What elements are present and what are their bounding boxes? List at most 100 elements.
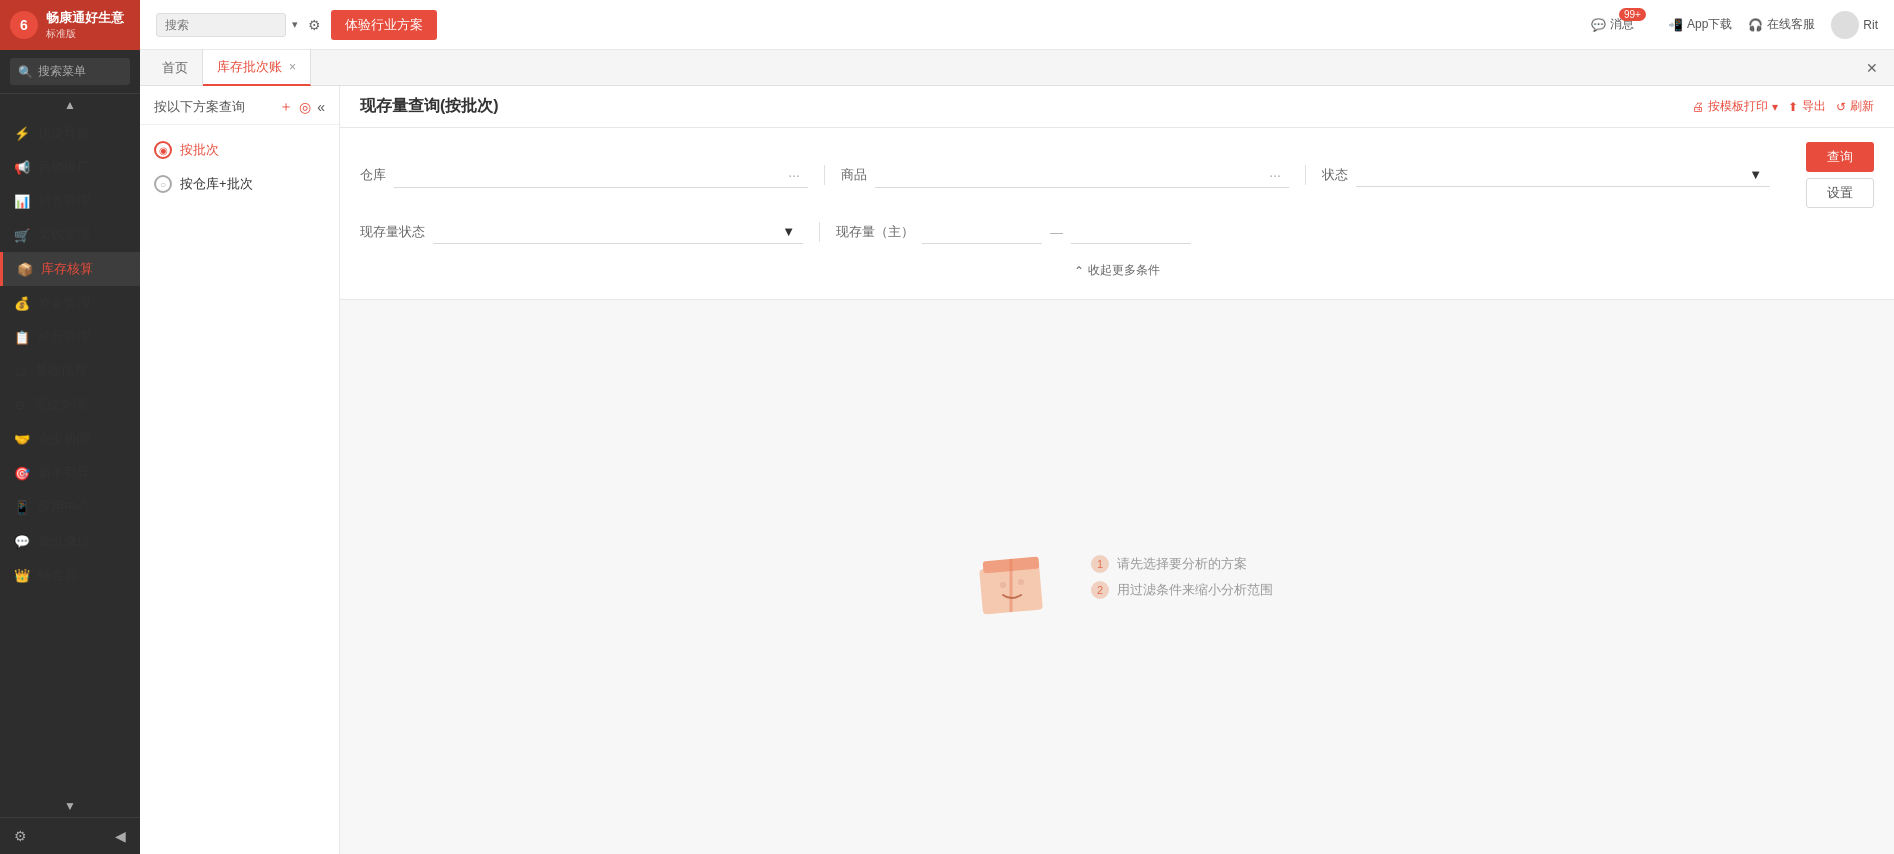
topbar: ▾ ⚙ 体验行业方案 💬 消息 99+ 📲 App下载 🎧 在线客服 Rit [140, 0, 1894, 50]
tab-close-icon[interactable]: × [289, 60, 296, 74]
stock-qty-max-input[interactable] [1071, 220, 1191, 244]
scroll-down-btn[interactable]: ▼ [0, 795, 140, 817]
app-version: 标准版 [46, 27, 124, 40]
filter-row-2: 现存量状态 ▼ 现存量（主） — [360, 220, 1874, 244]
sidebar: 6 畅康通好生意 标准版 🔍 搜索菜单 ▲ ⚡ 快捷导航 📢 营销推广 📊 销售… [0, 0, 140, 854]
marketing-icon: 📢 [14, 160, 30, 175]
tip-text-2: 用过滤条件来缩小分析范围 [1117, 581, 1273, 599]
username: Rit [1863, 18, 1878, 32]
collapse-panel-icon[interactable]: « [317, 99, 325, 115]
tab-bar-close-icon[interactable]: ✕ [1858, 56, 1886, 80]
finance-icon: 💰 [14, 296, 30, 311]
scheme-active-icon: ◉ [154, 141, 172, 159]
sidebar-item-operation[interactable]: 📋 经营管理 [0, 320, 140, 354]
sidebar-item-finance[interactable]: 💰 资金管理 [0, 286, 140, 320]
app-center-icon: 📱 [14, 500, 30, 515]
sidebar-item-sales[interactable]: 📊 销售管理 [0, 184, 140, 218]
scheme-settings-icon[interactable]: ◎ [299, 99, 311, 115]
printer-icon: 🖨 [1692, 100, 1704, 114]
message-action[interactable]: 💬 消息 99+ [1591, 16, 1634, 33]
scheme-item-by-warehouse-batch[interactable]: ○ 按仓库+批次 [140, 167, 339, 201]
headset-icon: 🎧 [1748, 18, 1763, 32]
tip-text-1: 请先选择要分析的方案 [1117, 555, 1247, 573]
user-avatar [1831, 11, 1859, 39]
main-area: ▾ ⚙ 体验行业方案 💬 消息 99+ 📲 App下载 🎧 在线客服 Rit [140, 0, 1894, 854]
refresh-btn[interactable]: ↺ 刷新 [1836, 98, 1874, 115]
filter-divider-1 [824, 165, 825, 185]
sidebar-item-marketing[interactable]: 📢 营销推广 [0, 150, 140, 184]
inventory-icon: 📦 [17, 262, 33, 277]
content-area: 按以下方案查询 ＋ ◎ « ◉ 按批次 ○ 按仓库+批次 [140, 86, 1894, 854]
empty-tip-1: 1 请先选择要分析的方案 [1091, 555, 1273, 573]
left-panel-header: 按以下方案查询 ＋ ◎ « [140, 86, 339, 125]
sidebar-item-enterprise-wechat[interactable]: 💬 企业微信 [0, 524, 140, 558]
member-icon: 👑 [14, 568, 30, 583]
purchase-icon: 🛒 [14, 228, 30, 243]
print-template-btn[interactable]: 🖨 按模板打印 ▾ [1692, 98, 1778, 115]
stock-status-arrow-icon: ▼ [782, 224, 795, 239]
topbar-search-area: ▾ [156, 13, 298, 37]
tab-home[interactable]: 首页 [148, 50, 203, 86]
sidebar-item-system[interactable]: ⚙ 系统管理 [0, 388, 140, 422]
stock-status-select[interactable]: ▼ [433, 220, 803, 244]
topbar-settings-icon[interactable]: ⚙ [308, 17, 321, 33]
sidebar-search-button[interactable]: 🔍 搜索菜单 [10, 58, 130, 85]
page-header-actions: 🖨 按模板打印 ▾ ⬆ 导出 ↺ 刷新 [1692, 98, 1874, 115]
sidebar-item-member[interactable]: 👑 畅会员 [0, 558, 140, 592]
print-dropdown-icon[interactable]: ▾ [1772, 100, 1778, 114]
status-filter: 状态 ▼ [1322, 163, 1770, 187]
sidebar-item-basic[interactable]: 🗂 基础信息 [0, 354, 140, 388]
product-label: 商品 [841, 166, 867, 184]
collapse-more-btn[interactable]: ⌃ 收起更多条件 [360, 256, 1874, 285]
basic-icon: 🗂 [14, 364, 27, 379]
search-icon: 🔍 [18, 65, 33, 79]
user-profile[interactable]: Rit [1831, 11, 1878, 39]
filter-area: 仓库 ··· 商品 ··· [340, 128, 1894, 300]
add-scheme-icon[interactable]: ＋ [279, 98, 293, 116]
svg-point-3 [1000, 582, 1006, 588]
stock-status-label: 现存量状态 [360, 223, 425, 241]
sidebar-nav: ⚡ 快捷导航 📢 营销推广 📊 销售管理 🛒 采购管理 📦 库存核算 💰 资金管… [0, 116, 140, 795]
product-dots-icon[interactable]: ··· [1269, 167, 1281, 183]
filter-divider-3 [819, 222, 820, 242]
query-button[interactable]: 查询 [1806, 142, 1874, 172]
warehouse-filter: 仓库 ··· [360, 163, 808, 188]
enterprise-icon: 🤝 [14, 432, 30, 447]
export-btn[interactable]: ⬆ 导出 [1788, 98, 1826, 115]
page-header: 现存量查询(按批次) 🖨 按模板打印 ▾ ⬆ 导出 ↺ 刷新 [340, 86, 1894, 128]
message-icon: 💬 [1591, 18, 1606, 32]
stock-qty-filter: 现存量（主） — [836, 220, 1279, 244]
sidebar-footer: ⚙ ◀ [0, 817, 140, 854]
sidebar-item-app-center[interactable]: 📱 应用中心 [0, 490, 140, 524]
scheme-list: ◉ 按批次 ○ 按仓库+批次 [140, 125, 339, 209]
right-panel: 现存量查询(按批次) 🖨 按模板打印 ▾ ⬆ 导出 ↺ 刷新 [340, 86, 1894, 854]
search-dropdown-icon[interactable]: ▾ [292, 18, 298, 31]
stock-qty-min-input[interactable] [922, 220, 1042, 244]
refresh-icon: ↺ [1836, 100, 1846, 114]
svg-point-4 [1018, 579, 1024, 585]
quick-nav-icon: ⚡ [14, 126, 30, 141]
sidebar-item-enterprise[interactable]: 🤝 企业协同 [0, 422, 140, 456]
scroll-up-btn[interactable]: ▲ [0, 94, 140, 116]
system-icon: ⚙ [14, 398, 26, 413]
tab-inventory-batch[interactable]: 库存批次账 × [203, 50, 311, 86]
footer-settings-icon[interactable]: ⚙ [14, 828, 27, 844]
sidebar-search-area[interactable]: 🔍 搜索菜单 [0, 50, 140, 94]
filter-actions: 查询 设置 [1806, 142, 1874, 208]
newbie-icon: 🎯 [14, 466, 30, 481]
topbar-search-input[interactable] [156, 13, 286, 37]
sidebar-item-newbie[interactable]: 🎯 新手引导 [0, 456, 140, 490]
sidebar-item-quick-nav[interactable]: ⚡ 快捷导航 [0, 116, 140, 150]
status-select[interactable]: ▼ [1356, 163, 1770, 187]
sales-icon: 📊 [14, 194, 30, 209]
scheme-item-by-batch[interactable]: ◉ 按批次 [140, 133, 339, 167]
experience-btn[interactable]: 体验行业方案 [331, 10, 437, 40]
stock-status-filter: 现存量状态 ▼ [360, 220, 803, 244]
warehouse-dots-icon[interactable]: ··· [788, 167, 800, 183]
online-service-action[interactable]: 🎧 在线客服 [1748, 16, 1815, 33]
sidebar-item-inventory[interactable]: 📦 库存核算 [0, 252, 140, 286]
settings-button[interactable]: 设置 [1806, 178, 1874, 208]
footer-collapse-icon[interactable]: ◀ [115, 828, 126, 844]
sidebar-item-purchase[interactable]: 🛒 采购管理 [0, 218, 140, 252]
app-download-action[interactable]: 📲 App下载 [1668, 16, 1732, 33]
